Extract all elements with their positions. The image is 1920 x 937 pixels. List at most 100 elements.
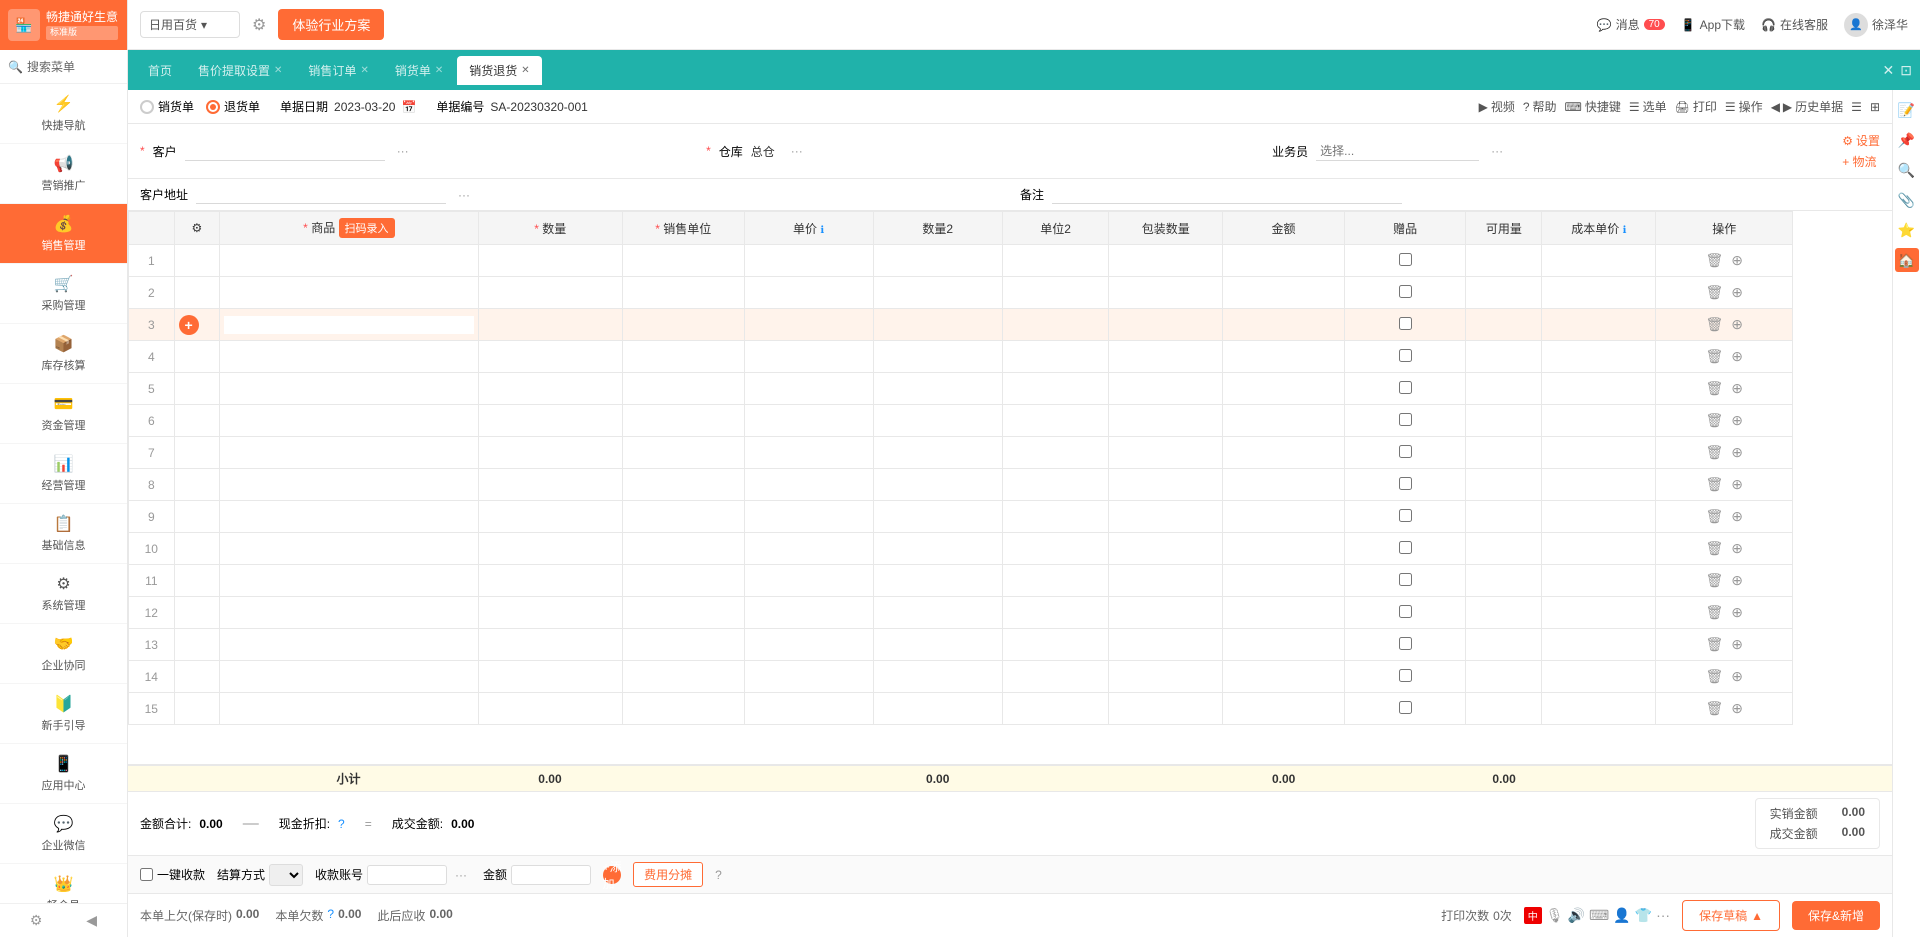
product-cell[interactable] xyxy=(220,341,478,373)
gear-settings-icon[interactable]: ⚙ xyxy=(192,221,203,235)
fee-split-button[interactable]: 费用分摊 xyxy=(633,862,703,887)
customer-select-button[interactable]: ··· xyxy=(393,144,413,158)
view-toggle-list[interactable]: ☰ xyxy=(1851,100,1862,114)
topbar-gear-icon[interactable]: ⚙ xyxy=(252,15,266,35)
user-menu[interactable]: 👤 徐泽华 xyxy=(1844,13,1908,37)
gift-checkbox[interactable] xyxy=(1399,253,1412,266)
right-panel-pin-icon[interactable]: 📌 xyxy=(1895,128,1919,152)
sidebar-item-apps[interactable]: 📱 应用中心 xyxy=(0,744,127,804)
sidebar-item-quick-nav[interactable]: ⚡ 快捷导航 xyxy=(0,84,127,144)
return-radio[interactable]: 退货单 xyxy=(206,98,260,115)
payment-amount-input[interactable] xyxy=(511,865,591,885)
video-button[interactable]: ▶ 视频 xyxy=(1479,98,1515,115)
copy-row-button[interactable]: ⊕ xyxy=(1731,636,1743,653)
help-button[interactable]: ? 帮助 xyxy=(1523,98,1557,115)
sidebar-item-marketing[interactable]: 📢 营销推广 xyxy=(0,144,127,204)
delete-row-button[interactable]: 🗑 xyxy=(1705,252,1723,269)
save-new-button[interactable]: 保存&新增 xyxy=(1792,901,1880,930)
cost-info-icon[interactable]: ℹ xyxy=(1623,225,1627,236)
account-select-button[interactable]: ··· xyxy=(451,868,471,882)
gift-checkbox[interactable] xyxy=(1399,541,1412,554)
messages-button[interactable]: 💬 消息 70 xyxy=(1597,16,1665,33)
tab-sales-return[interactable]: 销货退货 ✕ xyxy=(457,56,541,85)
sales-radio[interactable]: 销货单 xyxy=(140,98,194,115)
restore-tab-button[interactable]: ⊡ xyxy=(1900,62,1912,79)
warehouse-select-button[interactable]: ··· xyxy=(787,144,807,158)
gift-checkbox[interactable] xyxy=(1399,317,1412,330)
close-sales-order-tab[interactable]: ✕ xyxy=(360,65,368,76)
keyboard2-icon[interactable]: ⌨ xyxy=(1589,907,1609,924)
delete-row-button[interactable]: 🗑 xyxy=(1705,316,1723,333)
delete-row-button[interactable]: 🗑 xyxy=(1705,540,1723,557)
delete-row-button[interactable]: 🗑 xyxy=(1705,380,1723,397)
delete-row-button[interactable]: 🗑 xyxy=(1705,284,1723,301)
save-draft-button[interactable]: 保存草稿 ▲ xyxy=(1682,900,1780,931)
product-cell[interactable] xyxy=(220,533,478,565)
copy-row-button[interactable]: ⊕ xyxy=(1731,540,1743,557)
discount-help-icon[interactable]: ? xyxy=(338,817,345,831)
product-cell[interactable] xyxy=(220,693,478,725)
sidebar-item-member[interactable]: 👑 畅会员 xyxy=(0,864,127,903)
microphone-icon[interactable]: 🎙 xyxy=(1546,907,1564,924)
scan-input-button[interactable]: 扫码录入 xyxy=(339,218,395,238)
copy-row-button[interactable]: ⊕ xyxy=(1731,444,1743,461)
right-panel-search-icon[interactable]: 🔍 xyxy=(1895,158,1919,182)
history-button[interactable]: ◀ ▶ 历史单据 xyxy=(1771,98,1843,115)
product-cell[interactable] xyxy=(220,437,478,469)
tab-home[interactable]: 首页 xyxy=(136,56,184,85)
speaker-icon[interactable]: 🔊 xyxy=(1568,907,1585,924)
tab-sales-order[interactable]: 销售订单 ✕ xyxy=(296,56,380,85)
single-debt-help-icon[interactable]: ? xyxy=(327,907,334,924)
sidebar-item-wechat[interactable]: 💬 企业微信 xyxy=(0,804,127,864)
sidebar-item-purchase[interactable]: 🛒 采购管理 xyxy=(0,264,127,324)
sidebar-item-guide[interactable]: 🔰 新手引导 xyxy=(0,684,127,744)
logistics-action-button[interactable]: + 物流 xyxy=(1842,153,1880,170)
view-toggle-grid[interactable]: ⊞ xyxy=(1870,100,1880,114)
add-payment-button[interactable]: +添加 xyxy=(603,866,621,884)
product-cell[interactable] xyxy=(220,373,478,405)
sidebar-item-inventory[interactable]: 📦 库存核算 xyxy=(0,324,127,384)
delete-row-button[interactable]: 🗑 xyxy=(1705,604,1723,621)
tab-price-settings[interactable]: 售价提取设置 ✕ xyxy=(186,56,294,85)
delete-row-button[interactable]: 🗑 xyxy=(1705,700,1723,717)
product-cell[interactable] xyxy=(220,661,478,693)
product-cell[interactable] xyxy=(220,597,478,629)
copy-row-button[interactable]: ⊕ xyxy=(1731,604,1743,621)
copy-row-button[interactable]: ⊕ xyxy=(1731,572,1743,589)
gift-checkbox[interactable] xyxy=(1399,605,1412,618)
gift-checkbox[interactable] xyxy=(1399,349,1412,362)
gift-checkbox[interactable] xyxy=(1399,669,1412,682)
trial-button[interactable]: 体验行业方案 xyxy=(278,9,384,40)
close-price-settings-tab[interactable]: ✕ xyxy=(274,65,282,76)
calendar-icon[interactable]: 📅 xyxy=(401,100,416,114)
copy-row-button[interactable]: ⊕ xyxy=(1731,316,1743,333)
operate-button[interactable]: ☰ 操作 xyxy=(1725,98,1763,115)
gift-checkbox[interactable] xyxy=(1399,445,1412,458)
shortcut-button[interactable]: ⌨ 快捷键 xyxy=(1565,98,1621,115)
sidebar-item-basic[interactable]: 📋 基础信息 xyxy=(0,504,127,564)
gift-checkbox[interactable] xyxy=(1399,413,1412,426)
delete-row-button[interactable]: 🗑 xyxy=(1705,668,1723,685)
close-sales-return-tab[interactable]: ✕ xyxy=(521,65,529,76)
print-button[interactable]: 🖨 打印 xyxy=(1675,98,1717,115)
person-icon[interactable]: 👤 xyxy=(1613,907,1630,924)
delete-row-button[interactable]: 🗑 xyxy=(1705,572,1723,589)
delete-row-button[interactable]: 🗑 xyxy=(1705,412,1723,429)
copy-row-button[interactable]: ⊕ xyxy=(1731,412,1743,429)
product-input[interactable] xyxy=(224,316,473,334)
settings-action-button[interactable]: ⚙ 设置 xyxy=(1842,132,1880,149)
copy-row-button[interactable]: ⊕ xyxy=(1731,476,1743,493)
close-tab-button[interactable]: ✕ xyxy=(1883,62,1895,79)
fee-help-icon[interactable]: ? xyxy=(715,868,722,882)
sidebar-item-sales[interactable]: 💰 销售管理 xyxy=(0,204,127,264)
right-panel-attach-icon[interactable]: 📎 xyxy=(1895,188,1919,212)
gift-checkbox[interactable] xyxy=(1399,573,1412,586)
delete-row-button[interactable]: 🗑 xyxy=(1705,348,1723,365)
th-gear[interactable]: ⚙ xyxy=(174,212,220,245)
copy-row-button[interactable]: ⊕ xyxy=(1731,380,1743,397)
sidebar-item-enterprise[interactable]: 🤝 企业协同 xyxy=(0,624,127,684)
app-download-button[interactable]: 📱 App下载 xyxy=(1681,16,1745,33)
delete-row-button[interactable]: 🗑 xyxy=(1705,444,1723,461)
delete-row-button[interactable]: 🗑 xyxy=(1705,636,1723,653)
copy-row-button[interactable]: ⊕ xyxy=(1731,508,1743,525)
